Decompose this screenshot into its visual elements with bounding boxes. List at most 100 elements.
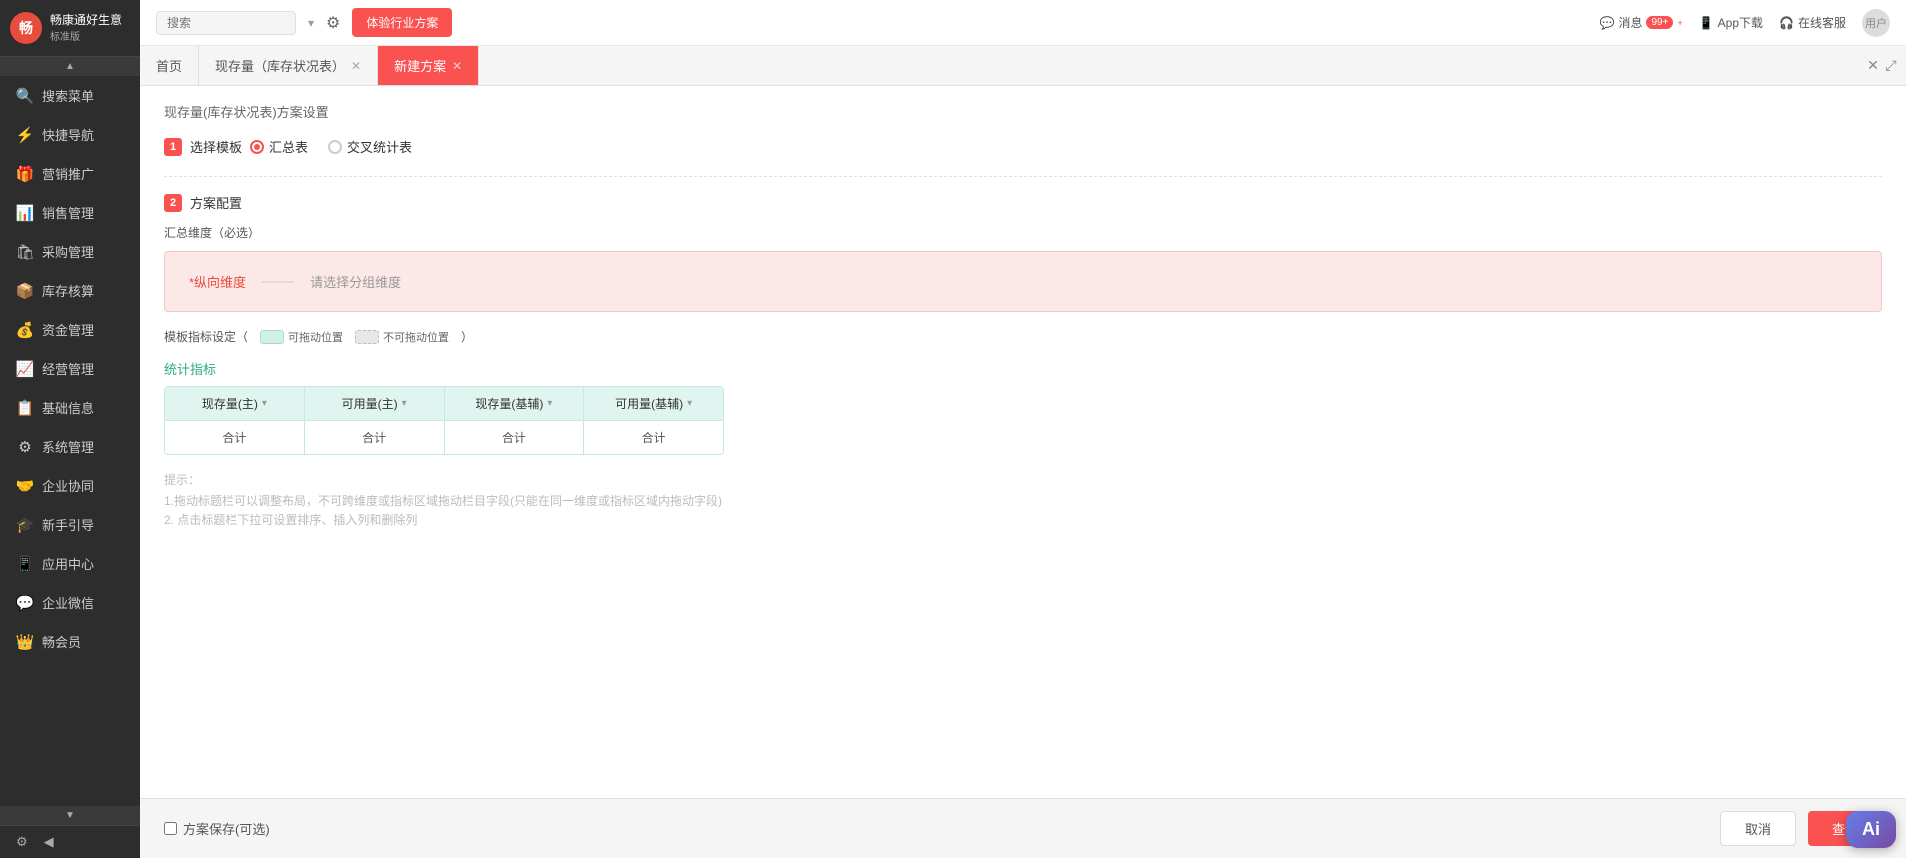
dimension-row: *纵向维度 —— 请选择分组维度: [189, 272, 1857, 291]
topbar-search-input[interactable]: [156, 11, 296, 35]
sidebar-item-purchase[interactable]: 🛍 采购管理: [0, 232, 140, 271]
main-area: ▾ ⚙ 体验行业方案 💬 消息 99+ + 📱 App下载 🎧 在线客服 用户: [140, 0, 1906, 858]
stats-col-4-name: 可用量(基辅): [615, 395, 683, 412]
sidebar-item-enterprise[interactable]: 🤝 企业协同: [0, 466, 140, 505]
app-title-block: 畅康通好生意 标准版: [50, 13, 122, 44]
window-expand-icon[interactable]: ⤢: [1884, 59, 1898, 73]
tips-label: 提示：: [164, 471, 1882, 488]
stats-table: 现存量(主) ▾ 可用量(主) ▾ 现存量(基辅: [164, 386, 724, 455]
tab-new-scheme-close-icon[interactable]: ✕: [452, 59, 462, 73]
sidebar-item-label: 企业微信: [42, 593, 94, 612]
sidebar-item-member[interactable]: 👑 畅会员: [0, 622, 140, 661]
sidebar-item-label: 营销推广: [42, 164, 94, 183]
stats-col-1-name: 现存量(主): [202, 395, 258, 412]
cancel-button[interactable]: 取消: [1720, 811, 1796, 846]
online-service-btn[interactable]: 🎧 在线客服: [1779, 14, 1846, 31]
app-download-btn[interactable]: 📱 App下载: [1699, 14, 1763, 31]
radio-summary[interactable]: 汇总表: [250, 137, 308, 156]
col-2-arrow-icon[interactable]: ▾: [402, 398, 407, 409]
sidebar-item-label: 库存核算: [42, 281, 94, 300]
window-close-icon[interactable]: ✕: [1866, 59, 1880, 73]
topbar-gear-icon[interactable]: ⚙: [326, 13, 340, 33]
section-2: 2 方案配置 汇总维度（必选） *纵向维度 —— 请选择分组维度 模板指标设定（: [164, 193, 1882, 528]
sidebar-scroll-down[interactable]: ▼: [0, 806, 140, 825]
marketing-icon: 🎁: [16, 165, 34, 183]
sidebar-item-label: 经营管理: [42, 359, 94, 378]
enterprise-wechat-icon: 💬: [16, 594, 34, 612]
topbar-right: 💬 消息 99+ + 📱 App下载 🎧 在线客服 用户: [1600, 9, 1890, 37]
app-version: 标准版: [50, 28, 122, 43]
dimension-area: *纵向维度 —— 请选择分组维度: [164, 251, 1882, 312]
radio-cross-label: 交叉统计表: [347, 137, 412, 156]
messages-btn[interactable]: 💬 消息 99+ +: [1600, 14, 1683, 31]
trial-btn[interactable]: 体验行业方案: [352, 8, 452, 37]
phone-icon: 📱: [1699, 16, 1714, 30]
dimension-placeholder[interactable]: 请选择分组维度: [310, 272, 401, 291]
tab-new-scheme[interactable]: 新建方案 ✕: [378, 46, 479, 85]
sidebar-item-app-center[interactable]: 📱 应用中心: [0, 544, 140, 583]
sidebar-item-finance[interactable]: 💰 资金管理: [0, 310, 140, 349]
tips-item-2: 2. 点击标题栏下拉可设置排序、插入列和删除列: [164, 511, 1882, 528]
tips-area: 提示： 1.拖动标题栏可以调整布局，不可跨维度或指标区域拖动栏目字段(只能在同一…: [164, 471, 1882, 528]
content-wrapper: 现存量(库存状况表)方案设置 1 选择模板 汇总表 交叉统计表: [140, 86, 1906, 858]
sidebar-logo: 畅 畅康通好生意 标准版: [0, 0, 140, 57]
content-area: 现存量(库存状况表)方案设置 1 选择模板 汇总表 交叉统计表: [140, 86, 1906, 798]
page-title: 现存量(库存状况表)方案设置: [164, 102, 1882, 121]
sidebar-collapse-icon[interactable]: ◀: [44, 834, 54, 850]
tabbar: 首页 现存量（库存状况表） ✕ 新建方案 ✕ ✕ ⤢: [140, 46, 1906, 86]
member-icon: 👑: [16, 633, 34, 651]
sidebar-item-basic-info[interactable]: 📋 基础信息: [0, 388, 140, 427]
radio-cross[interactable]: 交叉统计表: [328, 137, 412, 156]
col-1-arrow-icon[interactable]: ▾: [262, 398, 267, 409]
sidebar-item-marketing[interactable]: 🎁 营销推广: [0, 154, 140, 193]
indicator-suffix: ）: [461, 328, 473, 345]
tab-inventory[interactable]: 现存量（库存状况表） ✕: [199, 46, 378, 85]
radio-summary-label: 汇总表: [269, 137, 308, 156]
stats-col-3-body: 合计: [445, 420, 585, 454]
tab-home-label: 首页: [156, 56, 182, 75]
col-3-arrow-icon[interactable]: ▾: [547, 398, 552, 409]
template-radio-group: 汇总表 交叉统计表: [250, 137, 412, 156]
tab-inventory-close-icon[interactable]: ✕: [351, 59, 361, 73]
stats-col-2-summary: 合计: [305, 420, 444, 454]
indicator-row: 模板指标设定（ 可拖动位置 不可拖动位置 ）: [164, 328, 1882, 345]
sidebar-item-system[interactable]: ⚙ 系统管理: [0, 427, 140, 466]
stats-col-4-summary: 合计: [584, 420, 723, 454]
save-checkbox[interactable]: [164, 822, 177, 835]
user-avatar[interactable]: 用户: [1862, 9, 1890, 37]
indicator-label-text: 模板指标设定（: [164, 328, 248, 345]
stats-table-header: 现存量(主) ▾ 可用量(主) ▾ 现存量(基辅: [165, 387, 723, 420]
stats-col-4-header: 可用量(基辅) ▾: [584, 387, 723, 420]
sidebar-item-label: 企业协同: [42, 476, 94, 495]
messages-badge: 99+: [1646, 16, 1673, 29]
sidebar-settings-icon[interactable]: ⚙: [16, 834, 28, 850]
sidebar-item-enterprise-wechat[interactable]: 💬 企业微信: [0, 583, 140, 622]
radio-cross-circle: [328, 140, 342, 154]
sidebar-item-inventory[interactable]: 📦 库存核算: [0, 271, 140, 310]
stats-section-label: 统计指标: [164, 359, 1882, 378]
dropdown-arrow-icon[interactable]: ▾: [308, 16, 314, 30]
sidebar-bottom: ⚙ ◀: [0, 825, 140, 858]
sidebar-item-operation[interactable]: 📈 经营管理: [0, 349, 140, 388]
ai-float-button[interactable]: Ai: [1846, 811, 1896, 848]
section-2-title: 方案配置: [190, 193, 242, 212]
sidebar-item-quick-nav[interactable]: ⚡ 快捷导航: [0, 115, 140, 154]
tab-new-scheme-label: 新建方案: [394, 56, 446, 75]
sidebar-item-search[interactable]: 🔍 搜索菜单: [0, 76, 140, 115]
window-controls: ✕ ⤢: [1866, 59, 1906, 73]
sidebar-item-label: 畅会员: [42, 632, 81, 651]
sidebar: 畅 畅康通好生意 标准版 ▲ 🔍 搜索菜单 ⚡ 快捷导航 🎁 营销推广 📊 销售…: [0, 0, 140, 858]
sidebar-item-newbie[interactable]: 🎓 新手引导: [0, 505, 140, 544]
sidebar-item-label: 新手引导: [42, 515, 94, 534]
radio-summary-circle: [250, 140, 264, 154]
section-1-header: 1 选择模板 汇总表 交叉统计表: [164, 137, 1882, 156]
sidebar-item-sales[interactable]: 📊 销售管理: [0, 193, 140, 232]
basic-info-icon: 📋: [16, 399, 34, 417]
col-4-arrow-icon[interactable]: ▾: [687, 398, 692, 409]
section-1-number: 1: [164, 138, 182, 156]
sidebar-item-label: 基础信息: [42, 398, 94, 417]
tab-home[interactable]: 首页: [140, 46, 199, 85]
sidebar-scroll-up[interactable]: ▲: [0, 57, 140, 76]
section-2-header: 2 方案配置: [164, 193, 1882, 212]
sidebar-item-label: 搜索菜单: [42, 86, 94, 105]
